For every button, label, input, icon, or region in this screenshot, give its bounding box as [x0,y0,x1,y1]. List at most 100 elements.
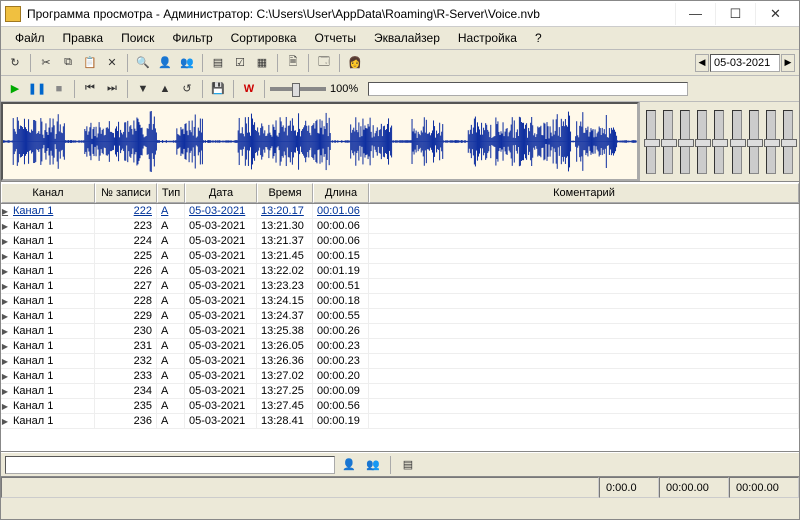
cell-number: 225 [95,249,157,263]
col-type[interactable]: Тип [157,183,185,203]
cell-time: 13:23.23 [257,279,313,293]
table-row[interactable]: ▶Канал 1235A05-03-202113:27.4500:00.56 [1,399,799,414]
waveform-display[interactable] [1,102,639,181]
col-channel[interactable]: Канал [1,183,95,203]
cell-time: 13:27.25 [257,384,313,398]
cell-number: 222 [95,204,157,218]
menu-sort[interactable]: Сортировка [223,29,305,47]
table-row[interactable]: ▶Канал 1228A05-03-202113:24.1500:00.18 [1,294,799,309]
date-input[interactable] [710,54,780,72]
table-row[interactable]: ▶Канал 1234A05-03-202113:27.2500:00.09 [1,384,799,399]
col-date[interactable]: Дата [185,183,257,203]
menu-equalizer[interactable]: Эквалайзер [366,29,448,47]
table-row[interactable]: ▶Канал 1222A05-03-202113:20.1700:01.06 [1,204,799,219]
row-marker-icon: ▶ [1,309,9,323]
refresh-button[interactable]: ↻ [5,53,25,73]
col-comment[interactable]: Коментарий [369,183,799,203]
zoom-slider[interactable] [270,87,326,91]
help-button[interactable]: 👩 [345,53,365,73]
cell-length: 00:01.06 [313,204,369,218]
equalizer-panel [639,102,799,181]
search-all-icon[interactable]: 👥 [363,455,383,475]
table-row[interactable]: ▶Канал 1232A05-03-202113:26.3600:00.23 [1,354,799,369]
eq-slider-4[interactable] [697,110,707,174]
menu-filter[interactable]: Фильтр [164,29,220,47]
table-row[interactable]: ▶Канал 1225A05-03-202113:21.4500:00.15 [1,249,799,264]
list3-button[interactable]: ▦ [252,53,272,73]
maximize-button[interactable]: ☐ [715,3,755,25]
eq-slider-8[interactable] [766,110,776,174]
zoom-reset-button[interactable]: ▲ [155,79,175,99]
cell-comment [369,204,799,218]
col-number[interactable]: № записи [95,183,157,203]
minimize-button[interactable]: — [675,3,715,25]
table-row[interactable]: ▶Канал 1230A05-03-202113:25.3800:00.26 [1,324,799,339]
find-person-button[interactable]: 👤 [155,53,175,73]
menu-reports[interactable]: Отчеты [307,29,364,47]
cell-time: 13:27.45 [257,399,313,413]
delete-button[interactable]: ✕ [102,53,122,73]
paste-button[interactable]: 📋 [80,53,100,73]
report-button[interactable]: 🗎 [283,53,303,73]
wave-w-button[interactable]: W [239,79,259,99]
cell-channel: Канал 1 [9,354,95,368]
date-next-button[interactable]: ▶ [781,54,795,72]
eq-slider-3[interactable] [680,110,690,174]
row-marker-icon: ▶ [1,219,9,233]
progress-bar[interactable] [368,82,688,96]
save-button[interactable]: 💾 [208,79,228,99]
row-marker-icon: ▶ [1,399,9,413]
menu-file[interactable]: Файл [7,29,53,47]
next-button[interactable]: ⏭ [102,79,122,99]
table-row[interactable]: ▶Канал 1226A05-03-202113:22.0200:01.19 [1,264,799,279]
col-time[interactable]: Время [257,183,313,203]
status-time-3: 00:00.00 [729,477,799,498]
table-row[interactable]: ▶Канал 1233A05-03-202113:27.0200:00.20 [1,369,799,384]
zoom-out-button[interactable]: ▼ [133,79,153,99]
list1-button[interactable]: ▤ [208,53,228,73]
cell-time: 13:22.02 [257,264,313,278]
menu-search[interactable]: Поиск [113,29,162,47]
menu-help[interactable]: ? [527,29,550,47]
table-row[interactable]: ▶Канал 1229A05-03-202113:24.3700:00.55 [1,309,799,324]
cell-time: 13:21.30 [257,219,313,233]
menu-settings[interactable]: Настройка [450,29,525,47]
prev-button[interactable]: ⏮ [80,79,100,99]
find-all-button[interactable]: 👥 [177,53,197,73]
close-button[interactable]: ✕ [755,3,795,25]
cell-comment [369,264,799,278]
copy-button[interactable]: ⧉ [58,53,78,73]
search-person-icon[interactable]: 👤 [339,455,359,475]
table-row[interactable]: ▶Канал 1223A05-03-202113:21.3000:00.06 [1,219,799,234]
table-row[interactable]: ▶Канал 1227A05-03-202113:23.2300:00.51 [1,279,799,294]
cell-channel: Канал 1 [9,234,95,248]
eq-slider-9[interactable] [783,110,793,174]
stop-button[interactable]: ■ [49,79,69,99]
find-button[interactable]: 🔍 [133,53,153,73]
table-row[interactable]: ▶Канал 1224A05-03-202113:21.3700:00.06 [1,234,799,249]
cut-button[interactable]: ✂ [36,53,56,73]
eq-slider-7[interactable] [749,110,759,174]
play-button[interactable]: ▶ [5,79,25,99]
row-marker-icon: ▶ [1,354,9,368]
table-row[interactable]: ▶Канал 1236A05-03-202113:28.4100:00.19 [1,414,799,429]
date-prev-button[interactable]: ◀ [695,54,709,72]
pause-button[interactable]: ❚❚ [27,79,47,99]
loop-button[interactable]: ↺ [177,79,197,99]
eq-slider-1[interactable] [646,110,656,174]
records-grid[interactable]: ▶Канал 1222A05-03-202113:20.1700:01.06▶К… [1,204,799,452]
search-input[interactable] [5,456,335,474]
list2-button[interactable]: ☑ [230,53,250,73]
cell-comment [369,399,799,413]
cell-length: 00:00.56 [313,399,369,413]
eq-slider-6[interactable] [732,110,742,174]
search-list-icon[interactable]: ▤ [398,455,418,475]
eq-slider-2[interactable] [663,110,673,174]
grid-header: Канал № записи Тип Дата Время Длина Коме… [1,182,799,204]
table-row[interactable]: ▶Канал 1231A05-03-202113:26.0500:00.23 [1,339,799,354]
window-button[interactable]: 🗔 [314,53,334,73]
col-length[interactable]: Длина [313,183,369,203]
toolbar-playback: ▶ ❚❚ ■ ⏮ ⏭ ▼ ▲ ↺ 💾 W 100% [1,76,799,102]
menu-edit[interactable]: Правка [55,29,112,47]
eq-slider-5[interactable] [714,110,724,174]
